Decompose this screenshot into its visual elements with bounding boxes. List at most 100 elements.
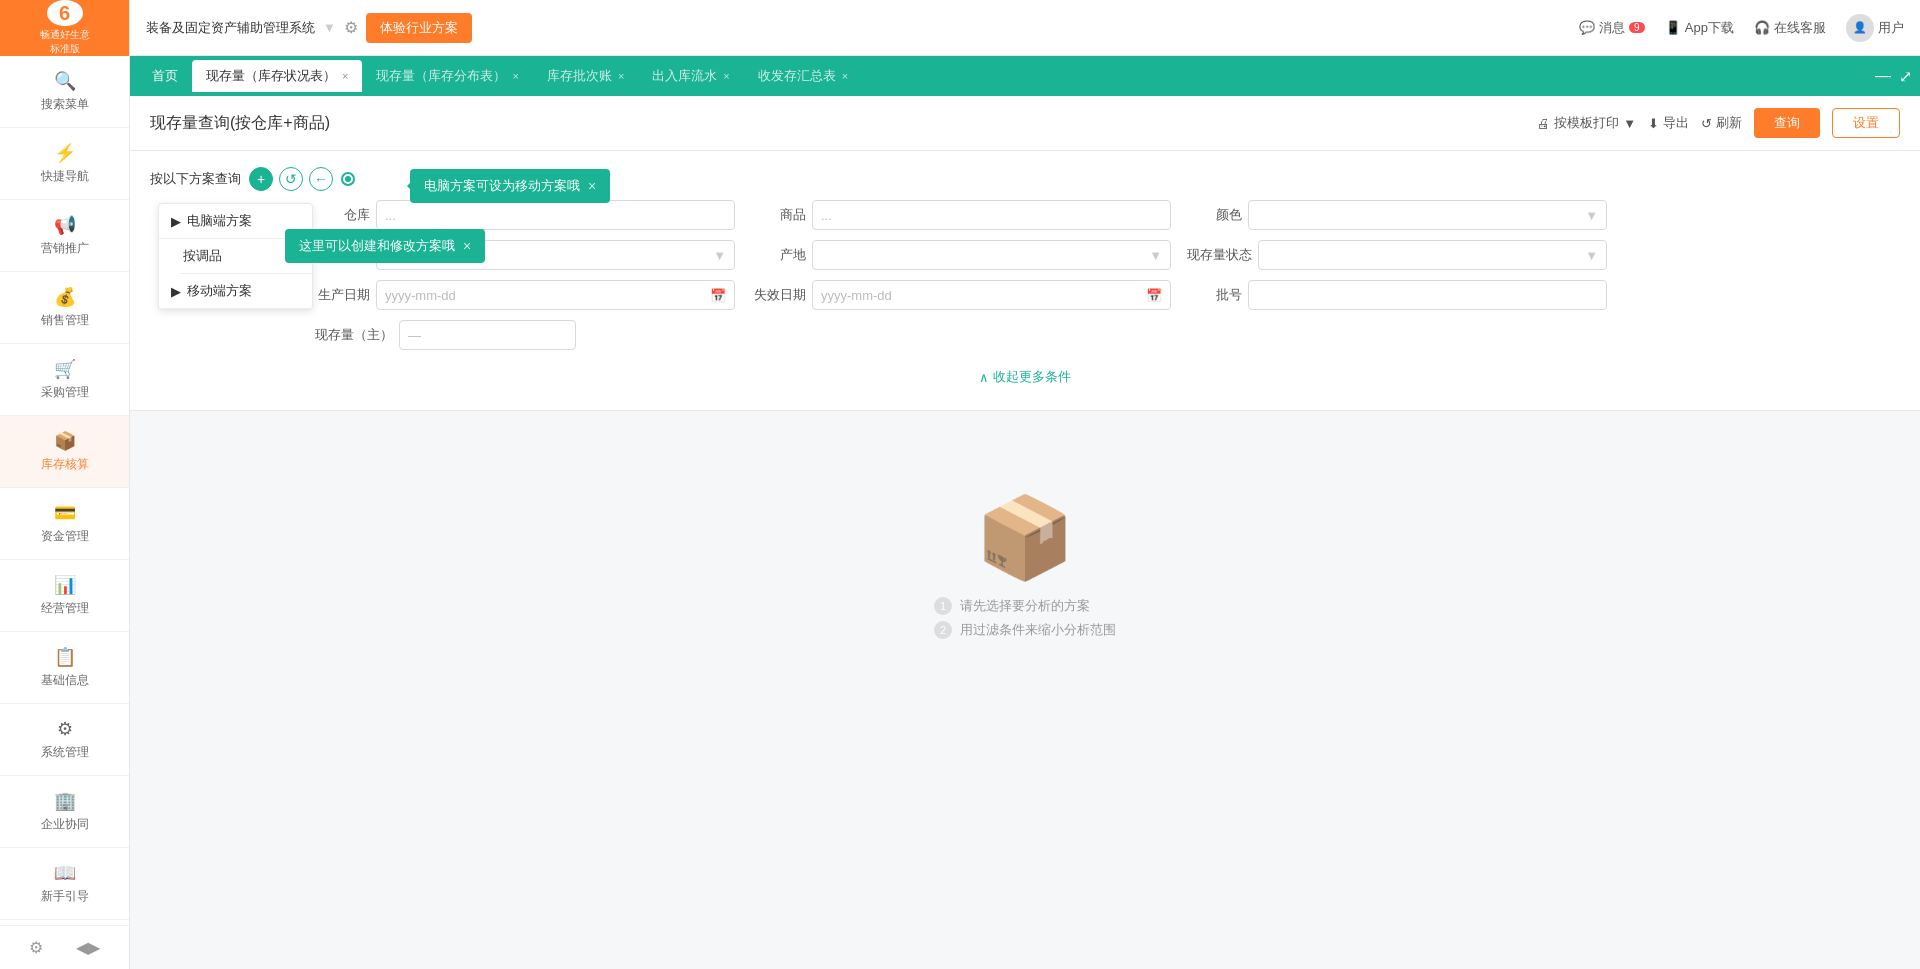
filter-refresh-btn[interactable]: ↺ (279, 167, 303, 191)
tab-expand-icon[interactable]: ⤢ (1899, 67, 1912, 86)
refresh-button[interactable]: ↺ 刷新 (1701, 114, 1742, 132)
refresh-filter-icon: ↺ (285, 171, 297, 187)
warehouse-label: 仓库 (315, 206, 370, 224)
sidebar-item-system[interactable]: ⚙ 系统管理 (0, 704, 129, 776)
main-content: 现存量查询(按仓库+商品) 🖨 按模板打印 ▼ ⬇ 导出 ↺ 刷新 查询 设置 … (130, 96, 1920, 969)
calendar-icon: 📅 (710, 288, 726, 303)
sidebar-item-sales[interactable]: 💰 销售管理 (0, 272, 129, 344)
settings-bottom-icon[interactable]: ⚙ (29, 938, 43, 957)
tab-close-icon[interactable]: × (842, 70, 848, 82)
sidebar-item-operations[interactable]: 📊 经营管理 (0, 560, 129, 632)
user-menu[interactable]: 👤 用户 (1846, 14, 1904, 42)
filter-batch-no: 批号 (1187, 280, 1607, 310)
sidebar-item-label: 库存核算 (41, 456, 89, 473)
sidebar-item-marketing[interactable]: 📢 营销推广 (0, 200, 129, 272)
stock-status-input[interactable]: ▼ (1258, 240, 1607, 270)
tab-close-icon[interactable]: × (723, 70, 729, 82)
sidebar-nav: 🔍 搜索菜单 ⚡ 快捷导航 📢 营销推广 💰 销售管理 🛒 采购管理 📦 库存核… (0, 56, 129, 925)
step-1-text: 请先选择要分析的方案 (960, 597, 1090, 615)
filter-arrow-btn[interactable]: ← (309, 167, 333, 191)
query-button[interactable]: 查询 (1754, 108, 1820, 138)
produce-date-input[interactable]: yyyy-mm-dd 📅 (376, 280, 735, 310)
user-label: 用户 (1878, 19, 1904, 37)
scheme-computer-label: 电脑端方案 (187, 212, 252, 230)
tab-close-icon[interactable]: × (342, 70, 348, 82)
export-button[interactable]: ⬇ 导出 (1648, 114, 1689, 132)
system-icon: ⚙ (57, 718, 73, 740)
filter-row-3: 生产日期 yyyy-mm-dd 📅 失效日期 yyyy-mm-dd 📅 批号 (315, 280, 1900, 310)
sidebar-item-purchase[interactable]: 🛒 采购管理 (0, 344, 129, 416)
sidebar-item-basic[interactable]: 📋 基础信息 (0, 632, 129, 704)
app-download-button[interactable]: 📱 App下载 (1665, 19, 1734, 37)
filter-expire-date: 失效日期 yyyy-mm-dd 📅 (751, 280, 1171, 310)
sidebar-item-quick[interactable]: ⚡ 快捷导航 (0, 128, 129, 200)
scheme-mobile-group[interactable]: ▶ 移动端方案 (159, 274, 312, 309)
tab-in-out-flow[interactable]: 出入库流水 × (638, 60, 743, 92)
stock-qty-label: 现存量（主） (315, 326, 393, 344)
empty-state: 📦 1 请先选择要分析的方案 2 用过滤条件来缩小分析范围 (130, 411, 1920, 719)
color-input[interactable]: ▼ (1248, 200, 1607, 230)
filter-goods: 商品 ... (751, 200, 1171, 230)
message-label: 消息 (1599, 19, 1625, 37)
tab-label: 现存量（库存分布表） (376, 67, 506, 85)
print-label: 按模板打印 (1554, 114, 1619, 132)
tab-minimize-icon[interactable]: — (1875, 67, 1891, 86)
sidebar: 6 畅通好生意 标准版 🔍 搜索菜单 ⚡ 快捷导航 📢 营销推广 💰 销售管理 … (0, 0, 130, 969)
tab-collect-send[interactable]: 收发存汇总表 × (744, 60, 862, 92)
tab-inventory-status[interactable]: 现存量（库存状况表） × (192, 60, 362, 92)
trial-button[interactable]: 体验行业方案 (366, 13, 472, 43)
origin-input[interactable]: ▼ (812, 240, 1171, 270)
dropdown-icon: ▼ (713, 248, 726, 263)
sidebar-item-label: 新手引导 (41, 888, 89, 905)
sidebar-item-guide[interactable]: 📖 新手引导 (0, 848, 129, 920)
system-name: 装备及固定资产辅助管理系统 (146, 19, 315, 37)
message-button[interactable]: 💬 消息 9 (1579, 19, 1645, 37)
filter-area: 按以下方案查询 + ↺ ← ▶ (130, 151, 1920, 411)
warehouse-input[interactable]: ... (376, 200, 735, 230)
tab-close-icon[interactable]: × (512, 70, 518, 82)
filter-section-label: 按以下方案查询 (150, 170, 241, 188)
arrow-icon: ▶ (171, 214, 181, 229)
online-support-label: 在线客服 (1774, 19, 1826, 37)
empty-step-1: 1 请先选择要分析的方案 (934, 597, 1116, 615)
tab-inventory-dist[interactable]: 现存量（库存分布表） × (362, 60, 532, 92)
arrow-right-icon: ▶ (171, 284, 181, 299)
collapse-button[interactable]: ∧ 收起更多条件 (150, 360, 1900, 394)
purchase-icon: 🛒 (54, 358, 76, 380)
origin-label: 产地 (751, 246, 806, 264)
print-button[interactable]: 🖨 按模板打印 ▼ (1537, 114, 1636, 132)
finance-icon: 💳 (54, 502, 76, 524)
calendar-icon: 📅 (1146, 288, 1162, 303)
tooltip-computer-scheme[interactable]: 电脑方案可设为移动方案哦 × (410, 169, 610, 203)
sidebar-item-inventory[interactable]: 📦 库存核算 (0, 416, 129, 488)
collapse-icon: ∧ (979, 370, 989, 385)
set-button[interactable]: 设置 (1832, 108, 1900, 138)
phone-icon: 📱 (1665, 20, 1681, 35)
sidebar-item-finance[interactable]: 💳 资金管理 (0, 488, 129, 560)
tooltip-edit-close[interactable]: × (463, 238, 471, 254)
online-support-button[interactable]: 🎧 在线客服 (1754, 19, 1826, 37)
sidebar-bottom: ⚙ ◀▶ (0, 925, 129, 969)
filter-add-btn[interactable]: + (249, 167, 273, 191)
tab-close-icon[interactable]: × (618, 70, 624, 82)
sidebar-item-label: 快捷导航 (41, 168, 89, 185)
sidebar-item-enterprise[interactable]: 🏢 企业协同 (0, 776, 129, 848)
batch-no-input[interactable] (1248, 280, 1607, 310)
topbar-left: 装备及固定资产辅助管理系统 ▼ ⚙ 体验行业方案 (146, 13, 472, 43)
expire-date-input[interactable]: yyyy-mm-dd 📅 (812, 280, 1171, 310)
tooltip-computer-close[interactable]: × (588, 178, 596, 194)
goods-input[interactable]: ... (812, 200, 1171, 230)
tooltip-edit-scheme[interactable]: 这里可以创建和修改方案哦 × (285, 229, 485, 263)
sidebar-item-label: 企业协同 (41, 816, 89, 833)
header-actions: 🖨 按模板打印 ▼ ⬇ 导出 ↺ 刷新 查询 设置 (1537, 108, 1900, 138)
tab-batch-account[interactable]: 库存批次账 × (533, 60, 638, 92)
export-icon: ⬇ (1648, 116, 1659, 131)
stock-qty-input[interactable]: — (399, 320, 576, 350)
filter-row-4: 现存量（主） — (315, 320, 1900, 350)
tab-home[interactable]: 首页 (138, 67, 192, 85)
sidebar-item-search[interactable]: 🔍 搜索菜单 (0, 56, 129, 128)
goods-label: 商品 (751, 206, 806, 224)
collapse-sidebar-icon[interactable]: ◀▶ (76, 938, 100, 957)
gear-icon[interactable]: ⚙ (344, 18, 358, 37)
sales-icon: 💰 (54, 286, 76, 308)
